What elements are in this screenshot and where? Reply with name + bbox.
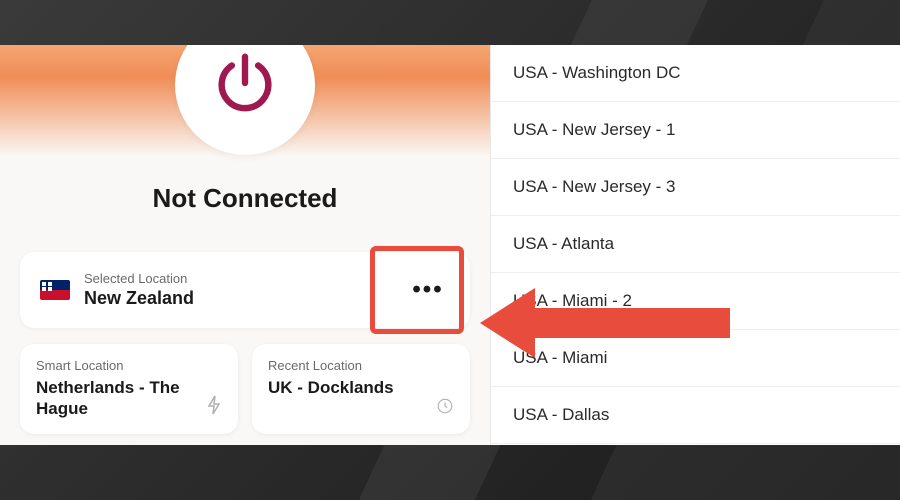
list-item[interactable]: USA - Washington DC <box>491 45 900 102</box>
list-item[interactable]: USA - New Jersey - 3 <box>491 159 900 216</box>
connection-status: Not Connected <box>153 183 338 214</box>
connect-button[interactable] <box>175 45 315 155</box>
list-item[interactable]: USA - New Jersey - 1 <box>491 102 900 159</box>
location-list: USA - Washington DC USA - New Jersey - 1… <box>490 45 900 445</box>
recent-location-card[interactable]: Recent Location UK - Docklands <box>252 344 470 434</box>
flag-icon <box>40 280 70 300</box>
lightning-icon <box>206 395 222 420</box>
power-icon <box>210 48 280 123</box>
list-item[interactable]: USA - Miami - 2 <box>491 273 900 330</box>
recent-location-label: Recent Location <box>268 358 454 373</box>
list-item[interactable]: USA - Miami <box>491 330 900 387</box>
list-item[interactable]: USA - Atlanta <box>491 216 900 273</box>
smart-location-card[interactable]: Smart Location Netherlands - The Hague <box>20 344 238 434</box>
more-locations-button[interactable]: ••• <box>406 268 450 312</box>
selected-location-label: Selected Location <box>84 271 406 286</box>
clock-icon <box>436 397 454 420</box>
vpn-app-window: Not Connected Selected Location New Zeal… <box>0 45 900 445</box>
smart-location-value: Netherlands - The Hague <box>36 377 222 420</box>
smart-location-label: Smart Location <box>36 358 222 373</box>
connection-pane: Not Connected Selected Location New Zeal… <box>0 45 490 445</box>
recent-location-value: UK - Docklands <box>268 377 454 398</box>
selected-location-value: New Zealand <box>84 288 406 309</box>
selected-location-card[interactable]: Selected Location New Zealand ••• <box>20 252 470 328</box>
list-item[interactable]: USA - Dallas <box>491 387 900 444</box>
